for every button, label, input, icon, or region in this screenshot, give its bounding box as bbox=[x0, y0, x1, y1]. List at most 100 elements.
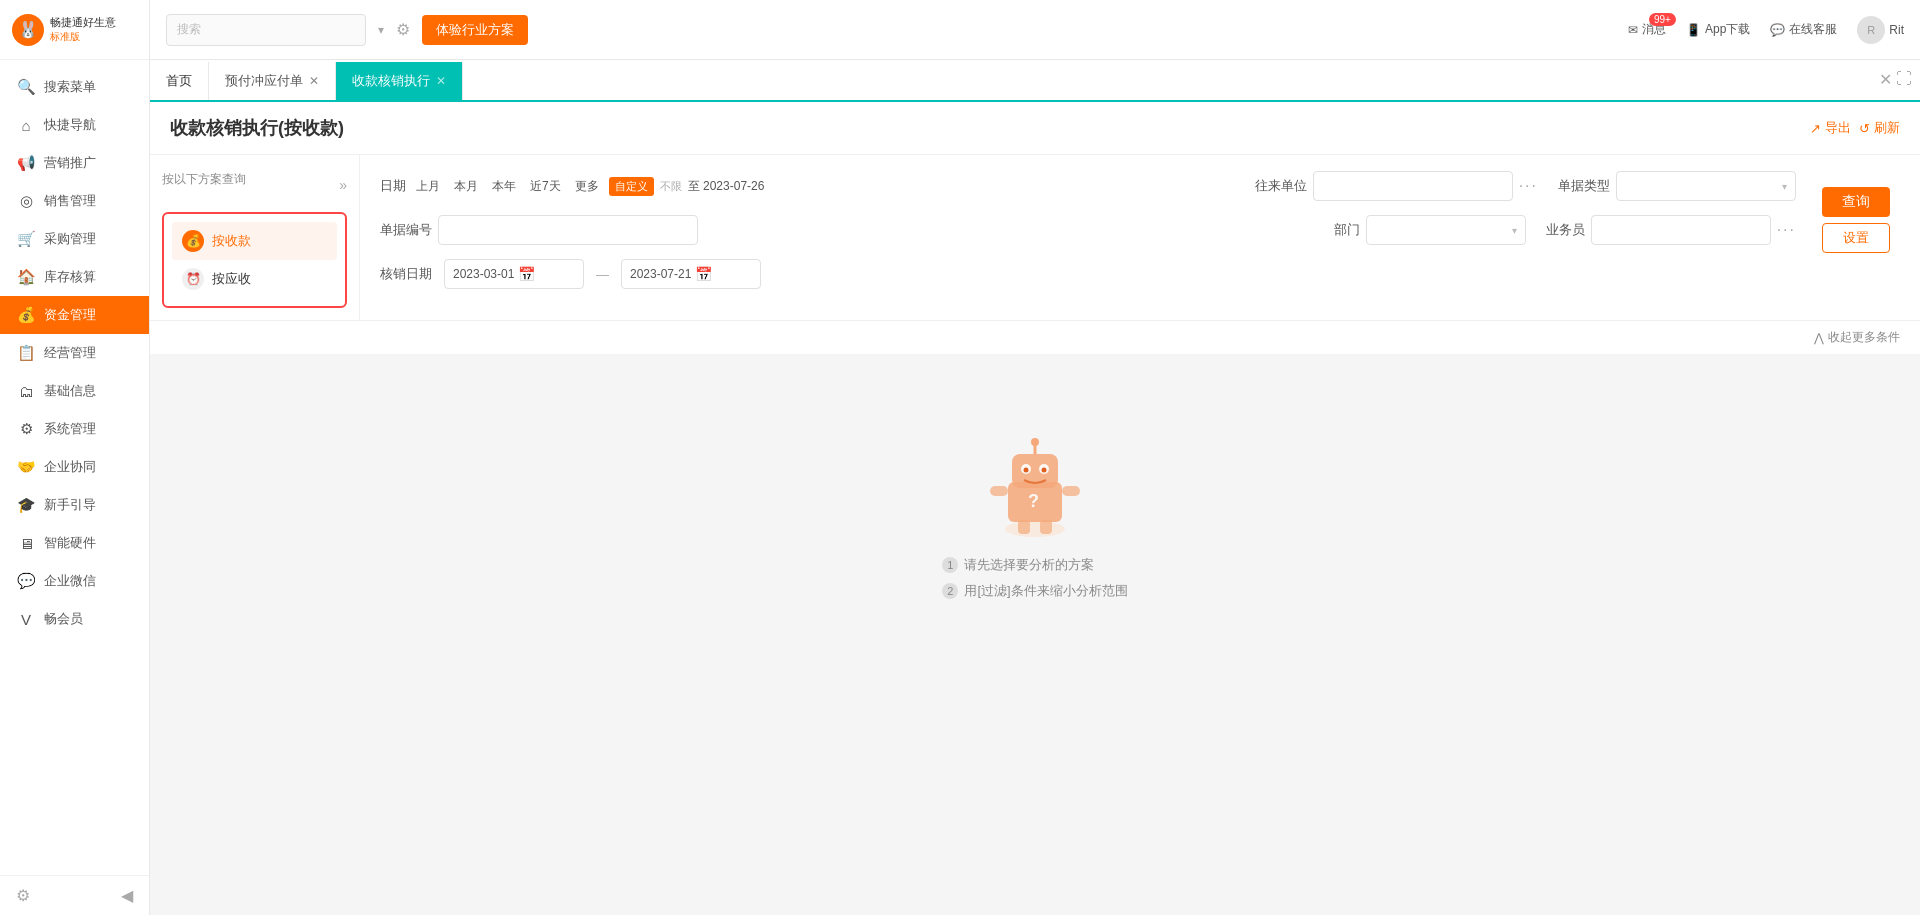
hint-1-text: 请先选择要分析的方案 bbox=[964, 556, 1094, 574]
sidebar-item-hardware[interactable]: 🖥 智能硬件 bbox=[0, 524, 149, 562]
topbar-gear-icon[interactable]: ⚙ bbox=[396, 20, 410, 39]
docno-input[interactable] bbox=[438, 215, 698, 245]
sidebar-item-purchase[interactable]: 🛒 采购管理 bbox=[0, 220, 149, 258]
sidebar-item-label: 快捷导航 bbox=[44, 116, 96, 134]
sidebar-item-quicknav[interactable]: ⌂ 快捷导航 bbox=[0, 106, 149, 144]
topbar-search-box[interactable]: 搜索 bbox=[166, 14, 366, 46]
collapse-more-btn[interactable]: ⋀ 收起更多条件 bbox=[1814, 329, 1900, 346]
filter-left-title: 按以下方案查询 bbox=[162, 167, 339, 192]
sidebar-item-system[interactable]: ⚙ 系统管理 bbox=[0, 410, 149, 448]
counterpart-field: 往来单位 ··· bbox=[784, 171, 1538, 201]
tab-label-prepay: 预付冲应付单 bbox=[225, 72, 303, 90]
export-btn[interactable]: ↗ 导出 bbox=[1810, 119, 1851, 137]
topbar-app-download[interactable]: 📱 App下载 bbox=[1686, 21, 1750, 38]
tabbar-close-btn[interactable]: ✕ bbox=[1879, 70, 1892, 89]
doctype-select-arrow: ▾ bbox=[1782, 181, 1787, 192]
sidebar-item-label: 新手引导 bbox=[44, 496, 96, 514]
settings-icon[interactable]: ⚙ bbox=[16, 886, 30, 905]
sidebar-item-wechat[interactable]: 💬 企业微信 bbox=[0, 562, 149, 600]
tabbar-expand-btn[interactable]: ⛶ bbox=[1896, 70, 1912, 88]
logo-text-wrap: 畅捷通好生意 标准版 bbox=[50, 15, 116, 44]
topbar-online-service[interactable]: 💬 在线客服 bbox=[1770, 21, 1837, 38]
guide-icon: 🎓 bbox=[16, 496, 36, 514]
quicknav-icon: ⌂ bbox=[16, 117, 36, 134]
verify-date-start-value: 2023-03-01 bbox=[453, 267, 514, 281]
date-unlimit: 不限 bbox=[660, 179, 682, 194]
page-content: 收款核销执行(按收款) ↗ 导出 ↺ 刷新 按以下方案查询 » � bbox=[150, 102, 1920, 915]
sidebar-item-search[interactable]: 🔍 搜索菜单 bbox=[0, 68, 149, 106]
svg-rect-10 bbox=[1062, 486, 1080, 496]
refresh-btn[interactable]: ↺ 刷新 bbox=[1859, 119, 1900, 137]
sidebar-item-label: 企业协同 bbox=[44, 458, 96, 476]
date-7days-btn[interactable]: 近7天 bbox=[526, 176, 565, 197]
empty-robot-icon: ? bbox=[980, 434, 1090, 544]
sidebar-item-enterprise[interactable]: 🤝 企业协同 bbox=[0, 448, 149, 486]
tab-home[interactable]: 首页 bbox=[150, 62, 209, 100]
sidebar-item-label: 搜索菜单 bbox=[44, 78, 96, 96]
date-label: 日期 bbox=[380, 177, 406, 195]
topbar-user[interactable]: R Rit bbox=[1857, 16, 1904, 44]
empty-hint-1: 1 请先选择要分析的方案 bbox=[942, 556, 1127, 574]
staff-dots-btn[interactable]: ··· bbox=[1777, 221, 1796, 239]
sidebar-item-guide[interactable]: 🎓 新手引导 bbox=[0, 486, 149, 524]
system-icon: ⚙ bbox=[16, 420, 36, 438]
verify-date-end-cal-icon[interactable]: 📅 bbox=[695, 266, 712, 282]
staff-field: 业务员 ··· bbox=[1546, 215, 1796, 245]
sidebar-item-operations[interactable]: 📋 经营管理 bbox=[0, 334, 149, 372]
svg-text:?: ? bbox=[1028, 491, 1039, 511]
staff-label: 业务员 bbox=[1546, 221, 1585, 239]
sidebar-item-member[interactable]: V 畅会员 bbox=[0, 600, 149, 638]
dept-select[interactable]: ▾ bbox=[1366, 215, 1526, 245]
date-custom-btn[interactable]: 自定义 bbox=[609, 177, 654, 196]
topbar-chevron-icon[interactable]: ▾ bbox=[378, 23, 384, 37]
industry-btn[interactable]: 体验行业方案 bbox=[422, 15, 528, 45]
date-to-value: 至 2023-07-26 bbox=[688, 178, 765, 195]
date-more-btn[interactable]: 更多 bbox=[571, 176, 603, 197]
setting-btn[interactable]: 设置 bbox=[1822, 223, 1890, 253]
sidebar-item-sales[interactable]: ◎ 销售管理 bbox=[0, 182, 149, 220]
staff-input[interactable] bbox=[1591, 215, 1771, 245]
refresh-icon: ↺ bbox=[1859, 121, 1870, 136]
date-cur-month-btn[interactable]: 本月 bbox=[450, 176, 482, 197]
filter-panel-collapse-btn[interactable]: » bbox=[339, 177, 347, 193]
tabbar-right-controls: ✕ ⛶ bbox=[1879, 58, 1920, 100]
doctype-select[interactable]: ▾ bbox=[1616, 171, 1796, 201]
collapse-sidebar-icon[interactable]: ◀ bbox=[121, 886, 133, 905]
logo-sub: 标准版 bbox=[50, 30, 116, 44]
sidebar-item-finance[interactable]: 💰 资金管理 bbox=[0, 296, 149, 334]
logo-text: 畅捷通好生意 bbox=[50, 15, 116, 30]
sales-icon: ◎ bbox=[16, 192, 36, 210]
filter-option-icon-by-receipt: 💰 bbox=[182, 230, 204, 252]
tab-prepay[interactable]: 预付冲应付单 ✕ bbox=[209, 62, 336, 100]
filter-option-by-receipt[interactable]: 💰 按收款 bbox=[172, 222, 337, 260]
search-placeholder: 搜索 bbox=[177, 21, 201, 38]
empty-hint-2: 2 用[过滤]条件来缩小分析范围 bbox=[942, 582, 1127, 600]
sidebar-item-label: 销售管理 bbox=[44, 192, 96, 210]
sidebar-item-marketing[interactable]: 📢 营销推广 bbox=[0, 144, 149, 182]
tab-close-collect[interactable]: ✕ bbox=[436, 74, 446, 88]
counterpart-input[interactable] bbox=[1313, 171, 1513, 201]
topbar-message[interactable]: ✉ 消息 99+ bbox=[1628, 21, 1666, 38]
filter-row-1: 日期 上月 本月 本年 近7天 更多 自定义 不限 至 2023-07-26 往… bbox=[380, 171, 1796, 201]
filter-left-panel: 按以下方案查询 » 💰 按收款⏰ 按应收 bbox=[150, 155, 360, 320]
date-field: 日期 上月 本月 本年 近7天 更多 自定义 不限 至 2023-07-26 bbox=[380, 176, 764, 197]
date-cur-year-btn[interactable]: 本年 bbox=[488, 176, 520, 197]
sidebar-item-baseinfo[interactable]: 🗂 基础信息 bbox=[0, 372, 149, 410]
docno-field: 单据编号 bbox=[380, 215, 698, 245]
robot-svg: ? bbox=[980, 434, 1090, 544]
filter-fields: 日期 上月 本月 本年 近7天 更多 自定义 不限 至 2023-07-26 往… bbox=[380, 171, 1796, 304]
sidebar-item-inventory[interactable]: 🏠 库存核算 bbox=[0, 258, 149, 296]
baseinfo-icon: 🗂 bbox=[16, 383, 36, 400]
query-btn[interactable]: 查询 bbox=[1822, 187, 1890, 217]
date-prev-month-btn[interactable]: 上月 bbox=[412, 176, 444, 197]
date-range-separator: — bbox=[596, 267, 609, 282]
operations-icon: 📋 bbox=[16, 344, 36, 362]
filter-option-by-receivable[interactable]: ⏰ 按应收 bbox=[172, 260, 337, 298]
tab-collect[interactable]: 收款核销执行✕ bbox=[336, 62, 463, 100]
tab-label-home: 首页 bbox=[166, 72, 192, 90]
counterpart-dots-btn[interactable]: ··· bbox=[1519, 177, 1538, 195]
tab-close-prepay[interactable]: ✕ bbox=[309, 74, 319, 88]
member-icon: V bbox=[16, 611, 36, 628]
verify-date-start-cal-icon[interactable]: 📅 bbox=[518, 266, 535, 282]
dept-select-arrow: ▾ bbox=[1512, 225, 1517, 236]
